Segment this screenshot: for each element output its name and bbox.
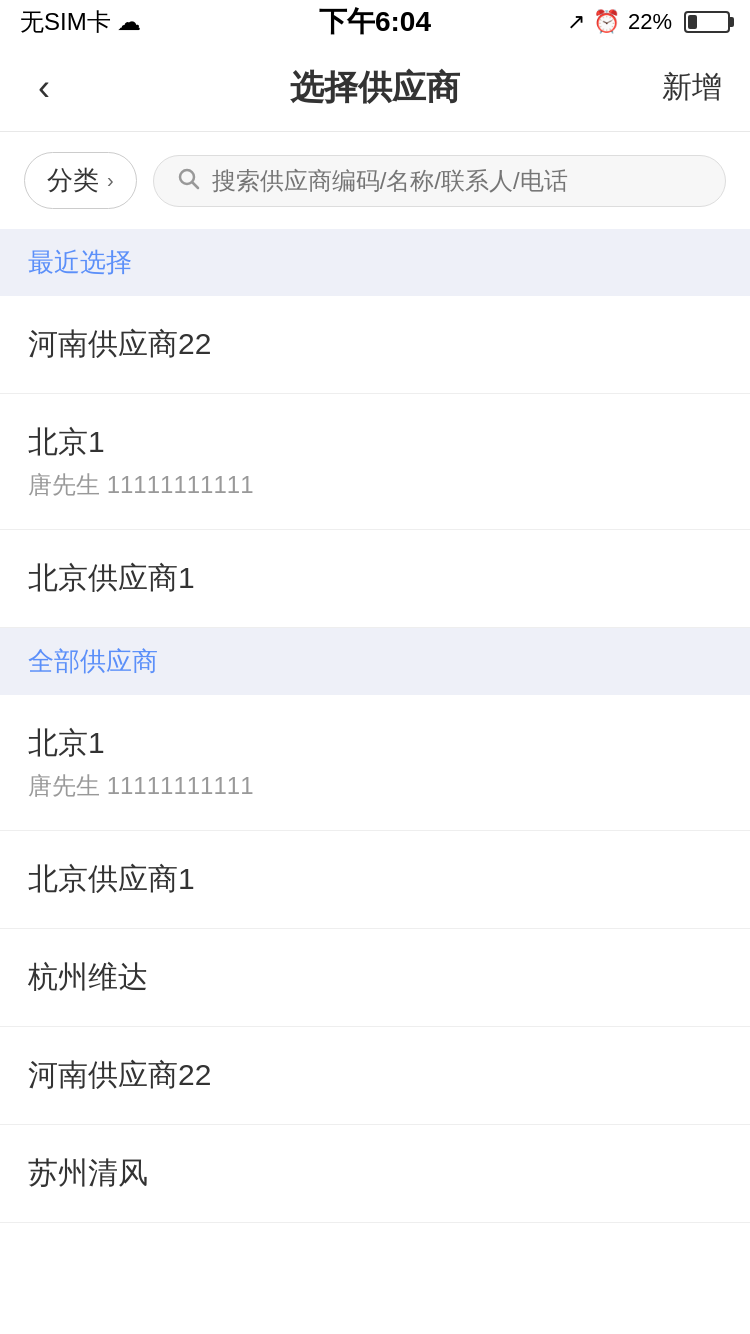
item-name: 北京供应商1: [28, 859, 722, 900]
chevron-right-icon: ›: [107, 169, 114, 192]
item-name: 苏州清风: [28, 1153, 722, 1194]
status-left: 无SIM卡 ☁: [20, 6, 141, 38]
alarm-icon: ⏰: [593, 9, 620, 35]
location-icon: ↗: [567, 9, 585, 35]
new-supplier-button[interactable]: 新增: [662, 67, 722, 108]
search-box: [153, 155, 726, 207]
list-item[interactable]: 北京供应商1: [0, 530, 750, 628]
list-item[interactable]: 北京1 唐先生 11111111111: [0, 394, 750, 530]
item-detail: 唐先生 11111111111: [28, 469, 722, 501]
item-name: 河南供应商22: [28, 1055, 722, 1096]
item-name: 杭州维达: [28, 957, 722, 998]
search-input[interactable]: [212, 167, 703, 195]
list-item[interactable]: 苏州清风: [0, 1125, 750, 1223]
item-detail: 唐先生 11111111111: [28, 770, 722, 802]
item-name: 河南供应商22: [28, 324, 722, 365]
battery-text: 22%: [628, 9, 672, 35]
all-list: 北京1 唐先生 11111111111 北京供应商1 杭州维达 河南供应商22 …: [0, 695, 750, 1223]
no-sim-text: 无SIM卡 ☁: [20, 6, 141, 38]
item-name: 北京供应商1: [28, 558, 722, 599]
status-time: 下午6:04: [319, 3, 431, 41]
category-label: 分类: [47, 163, 99, 198]
search-icon: [176, 166, 200, 196]
all-section-label: 全部供应商: [28, 646, 158, 676]
recent-list: 河南供应商22 北京1 唐先生 11111111111 北京供应商1: [0, 296, 750, 628]
item-name: 北京1: [28, 723, 722, 764]
all-section-header: 全部供应商: [0, 628, 750, 695]
list-item[interactable]: 北京1 唐先生 11111111111: [0, 695, 750, 831]
recent-section-label: 最近选择: [28, 247, 132, 277]
list-item[interactable]: 杭州维达: [0, 929, 750, 1027]
battery-icon: [684, 11, 730, 33]
status-right: ↗ ⏰ 22%: [567, 9, 730, 35]
filter-bar: 分类 ›: [0, 132, 750, 229]
list-item[interactable]: 北京供应商1: [0, 831, 750, 929]
list-item[interactable]: 河南供应商22: [0, 1027, 750, 1125]
category-button[interactable]: 分类 ›: [24, 152, 137, 209]
back-button[interactable]: ‹: [28, 60, 60, 116]
recent-section-header: 最近选择: [0, 229, 750, 296]
list-item[interactable]: 河南供应商22: [0, 296, 750, 394]
svg-line-1: [192, 182, 198, 188]
nav-bar: ‹ 选择供应商 新增: [0, 44, 750, 132]
status-bar: 无SIM卡 ☁ 下午6:04 ↗ ⏰ 22%: [0, 0, 750, 44]
item-name: 北京1: [28, 422, 722, 463]
page-title: 选择供应商: [290, 65, 460, 111]
